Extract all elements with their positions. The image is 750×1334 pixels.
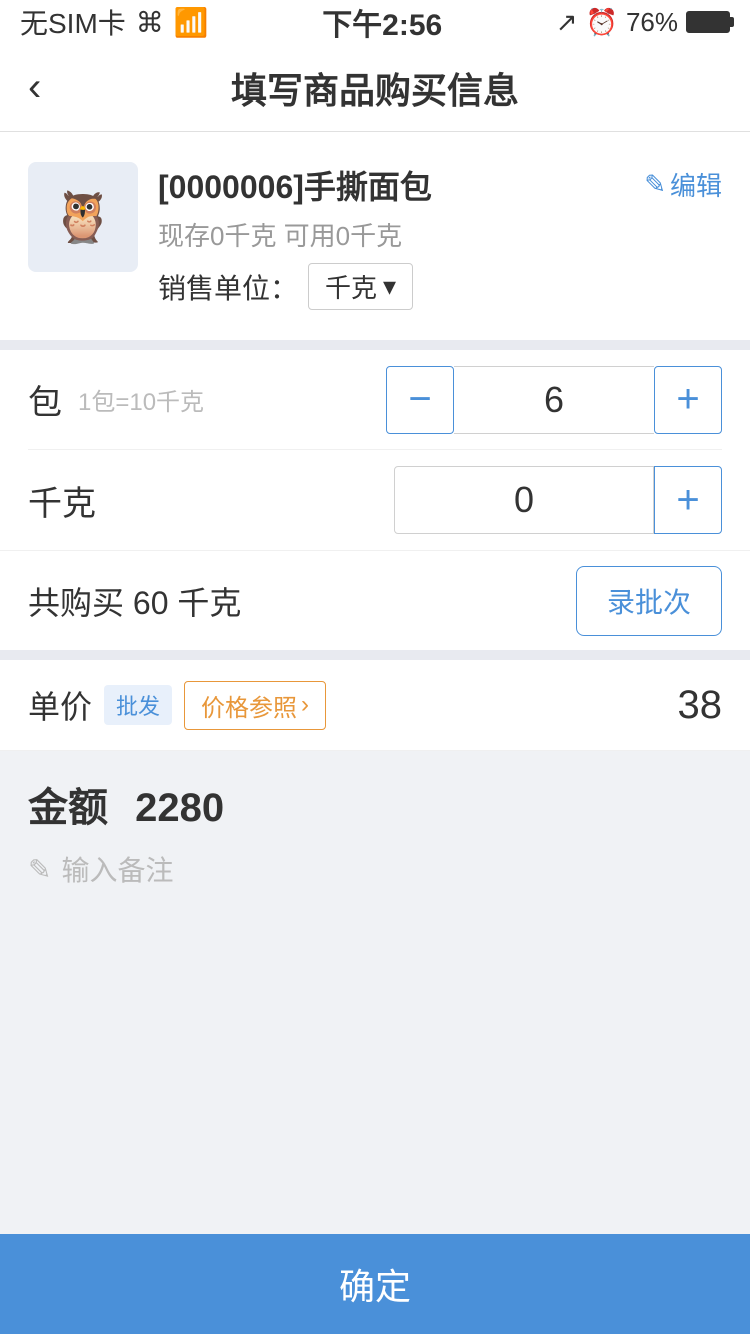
kg-input[interactable] [394, 466, 654, 534]
product-logo-icon: 🦉 [52, 188, 114, 247]
bao-hint: 1包=10千克 [78, 382, 204, 417]
kg-increment-button[interactable]: + [654, 466, 722, 534]
page-title: 填写商品购买信息 [231, 62, 519, 114]
battery-icon [686, 11, 730, 33]
chevron-down-icon: ▾ [383, 271, 396, 302]
product-info: [0000006]手撕面包 现存0千克 可用0千克 销售单位： 千克 ▾ [158, 162, 722, 310]
confirm-label: 确定 [339, 1258, 411, 1310]
bao-controls: − + [386, 366, 722, 434]
kg-controls: + [394, 466, 722, 534]
price-type-badge: 批发 [104, 685, 172, 725]
wifi-icon: ⌘ [136, 6, 164, 39]
unit-select[interactable]: 千克 ▾ [308, 263, 413, 310]
price-value: 38 [678, 683, 723, 728]
product-card: 🦉 [0000006]手撕面包 现存0千克 可用0千克 销售单位： 千克 ▾ ✎… [0, 132, 750, 350]
note-row[interactable]: ✎ 输入备注 [28, 849, 722, 889]
unit-value: 千克 [325, 268, 377, 305]
edit-icon: ✎ [644, 169, 666, 200]
price-ref-label: 价格参照 [201, 688, 297, 723]
alarm-icon: ⏰ [586, 7, 618, 38]
product-name: [0000006]手撕面包 [158, 162, 722, 208]
nav-bar: ‹ 填写商品购买信息 [0, 44, 750, 132]
signal-icon: 📶 [174, 6, 209, 39]
amount-row: 金额 2280 [28, 775, 722, 833]
note-placeholder: 输入备注 [61, 849, 173, 889]
status-right: ↗ ⏰ 76% [556, 7, 730, 38]
bao-section: 包 1包=10千克 − + 千克 + [0, 350, 750, 550]
kg-row: 千克 + [28, 450, 722, 550]
price-reference-button[interactable]: 价格参照 › [184, 681, 326, 730]
kg-label: 千克 [28, 476, 96, 525]
price-section: 单价 批发 价格参照 › 38 [0, 660, 750, 751]
bao-increment-button[interactable]: + [654, 366, 722, 434]
back-button[interactable]: ‹ [28, 65, 41, 110]
amount-section: 金额 2280 ✎ 输入备注 [0, 751, 750, 905]
carrier-label: 无SIM卡 [20, 2, 126, 42]
record-batch-button[interactable]: 录批次 [576, 566, 722, 636]
location-icon: ↗ [556, 7, 578, 38]
separator-1 [0, 650, 750, 660]
amount-label: 金额 [28, 786, 108, 830]
status-time: 下午2:56 [322, 0, 442, 44]
bao-input[interactable] [454, 366, 654, 434]
status-left: 无SIM卡 ⌘ 📶 [20, 2, 209, 42]
total-label: 共购买 60 千克 [28, 578, 241, 624]
edit-label: 编辑 [670, 166, 722, 203]
product-stock: 现存0千克 可用0千克 [158, 216, 722, 253]
confirm-button[interactable]: 确定 [0, 1234, 750, 1334]
total-row: 共购买 60 千克 录批次 [0, 550, 750, 650]
status-bar: 无SIM卡 ⌘ 📶 下午2:56 ↗ ⏰ 76% [0, 0, 750, 44]
price-label: 单价 [28, 682, 92, 728]
bao-row: 包 1包=10千克 − + [28, 350, 722, 450]
battery-label: 76% [626, 7, 678, 38]
unit-label: 销售单位： [158, 267, 298, 307]
amount-value: 2280 [135, 786, 224, 830]
price-row: 单价 批发 价格参照 › 38 [28, 660, 722, 750]
bao-label: 包 [28, 375, 62, 424]
pencil-icon: ✎ [28, 853, 51, 886]
chevron-right-icon: › [301, 691, 309, 719]
product-unit-row: 销售单位： 千克 ▾ [158, 263, 722, 310]
edit-button[interactable]: ✎ 编辑 [644, 166, 722, 203]
product-thumbnail: 🦉 [28, 162, 138, 272]
bao-decrement-button[interactable]: − [386, 366, 454, 434]
